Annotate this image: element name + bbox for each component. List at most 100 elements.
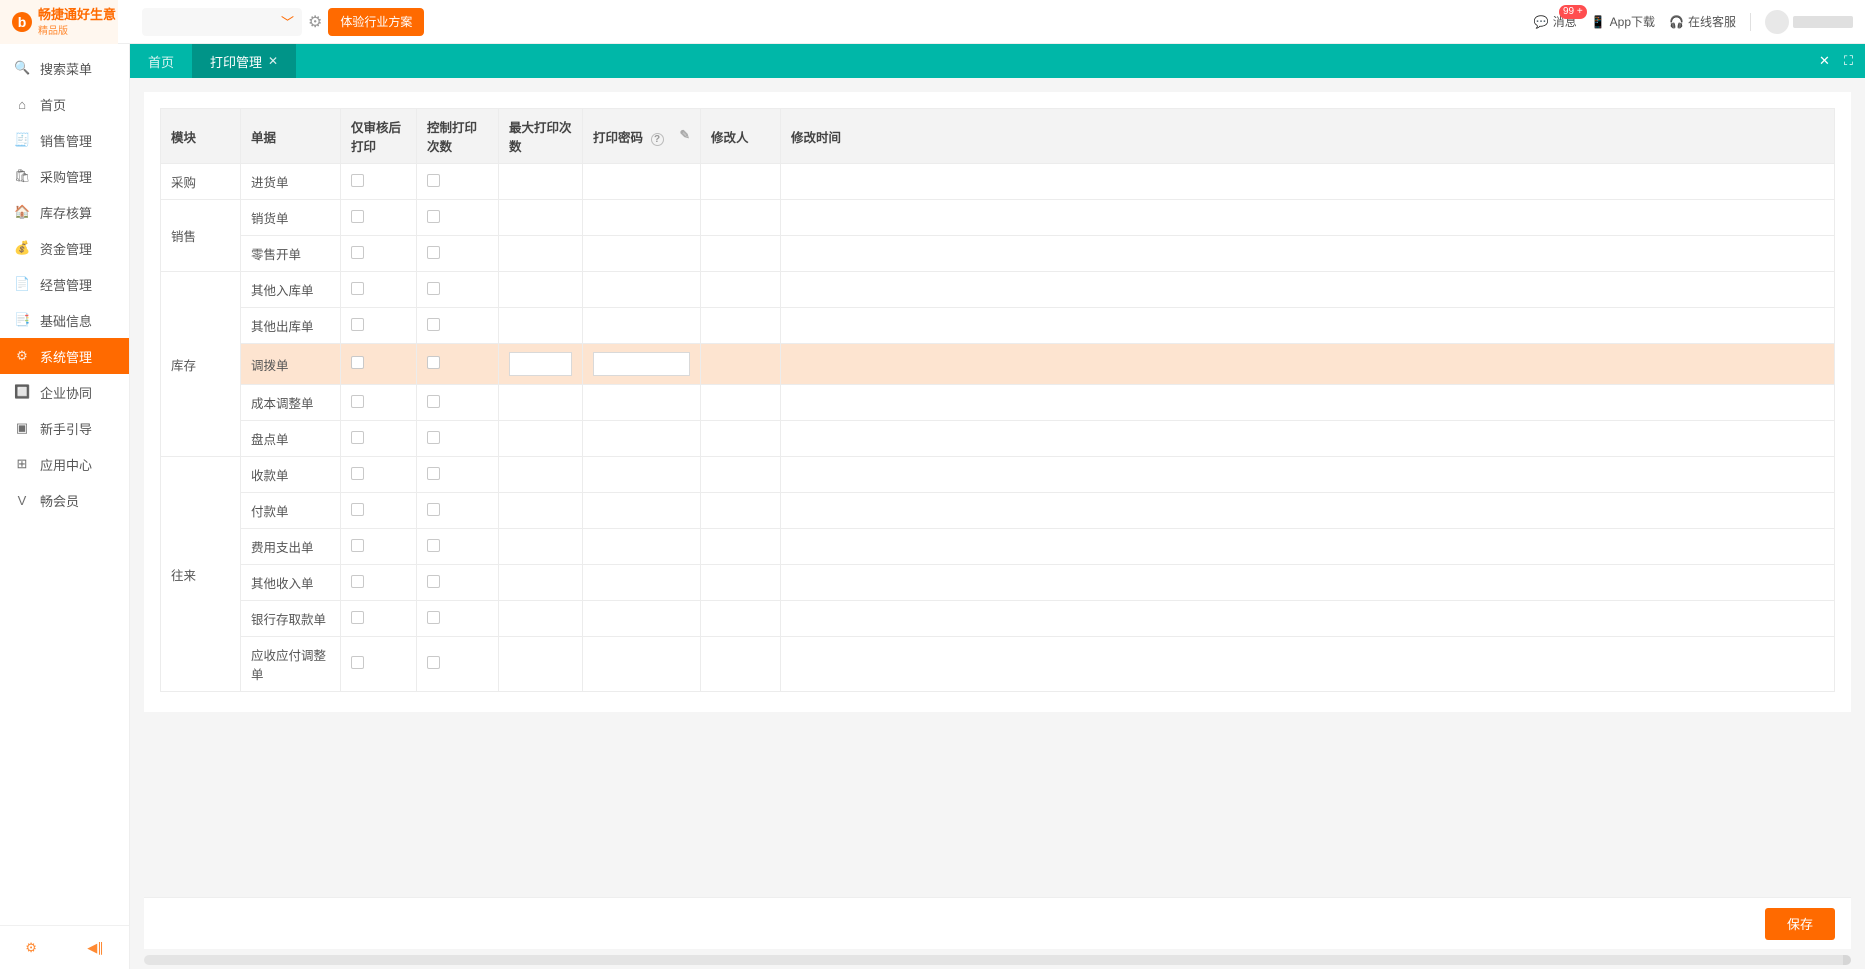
- checkbox-audit[interactable]: [351, 503, 364, 516]
- checkbox-control[interactable]: [427, 575, 440, 588]
- checkbox-control[interactable]: [427, 431, 440, 444]
- brand-logo[interactable]: b 畅捷通好生意 精品版: [0, 0, 118, 44]
- checkbox-audit[interactable]: [351, 575, 364, 588]
- modby-cell: [701, 565, 781, 601]
- pwd-cell: [583, 529, 701, 565]
- col-pwd: 打印密码 ? ✎: [583, 109, 701, 164]
- checkbox-control[interactable]: [427, 318, 440, 331]
- user-name: [1793, 16, 1853, 28]
- modtime-cell: [781, 385, 1835, 421]
- sidebar-item-home[interactable]: ⌂首页: [0, 86, 129, 122]
- checkbox-audit[interactable]: [351, 539, 364, 552]
- sidebar-item-stock[interactable]: 🏠库存核算: [0, 194, 129, 230]
- online-service-button[interactable]: 🎧 在线客服: [1669, 13, 1736, 30]
- control-cell: [417, 493, 499, 529]
- checkbox-control[interactable]: [427, 246, 440, 259]
- audit-cell: [341, 601, 417, 637]
- save-button[interactable]: 保存: [1765, 908, 1835, 940]
- pwd-cell: [583, 385, 701, 421]
- checkbox-control[interactable]: [427, 356, 440, 369]
- checkbox-audit[interactable]: [351, 611, 364, 624]
- print-password-input[interactable]: [593, 352, 690, 376]
- checkbox-control[interactable]: [427, 611, 440, 624]
- audit-cell: [341, 164, 417, 200]
- control-cell: [417, 308, 499, 344]
- checkbox-audit[interactable]: [351, 210, 364, 223]
- sidebar-item-search[interactable]: 🔍搜索菜单: [0, 50, 129, 86]
- industry-plan-button[interactable]: 体验行业方案: [328, 8, 424, 36]
- checkbox-audit[interactable]: [351, 282, 364, 295]
- table-row: 盘点单: [161, 421, 1835, 457]
- doc-cell: 付款单: [241, 493, 341, 529]
- checkbox-control[interactable]: [427, 395, 440, 408]
- gear-icon[interactable]: ⚙: [308, 12, 322, 32]
- pwd-cell: [583, 421, 701, 457]
- tab-home[interactable]: 首页: [130, 44, 192, 78]
- audit-cell: [341, 637, 417, 692]
- max-print-input[interactable]: [509, 352, 572, 376]
- sidebar-item-biz[interactable]: 📄经营管理: [0, 266, 129, 302]
- checkbox-control[interactable]: [427, 539, 440, 552]
- sidebar-item-label: 新手引导: [40, 419, 92, 438]
- max-cell: [499, 272, 583, 308]
- sidebar-item-sales[interactable]: 🧾销售管理: [0, 122, 129, 158]
- checkbox-control[interactable]: [427, 174, 440, 187]
- messages-button[interactable]: 💬 消息 99 +: [1534, 13, 1577, 30]
- guide-icon: ▣: [14, 420, 30, 436]
- sidebar-item-base[interactable]: 📑基础信息: [0, 302, 129, 338]
- modby-cell: [701, 457, 781, 493]
- tab-print[interactable]: 打印管理✕: [192, 44, 296, 78]
- max-cell: [499, 421, 583, 457]
- checkbox-audit[interactable]: [351, 656, 364, 669]
- checkbox-audit[interactable]: [351, 431, 364, 444]
- max-cell: [499, 565, 583, 601]
- audit-cell: [341, 421, 417, 457]
- modby-cell: [701, 236, 781, 272]
- sidebar-item-guide[interactable]: ▣ 新手引导: [0, 410, 129, 446]
- col-audit: 仅审核后打印: [341, 109, 417, 164]
- checkbox-audit[interactable]: [351, 467, 364, 480]
- checkbox-control[interactable]: [427, 656, 440, 669]
- table-row: 银行存取款单: [161, 601, 1835, 637]
- checkbox-audit[interactable]: [351, 174, 364, 187]
- checkbox-audit[interactable]: [351, 318, 364, 331]
- fullscreen-icon[interactable]: ⛶: [1844, 53, 1853, 69]
- settings-icon[interactable]: ⚙: [25, 940, 37, 956]
- modtime-cell: [781, 637, 1835, 692]
- horizontal-scrollbar[interactable]: [144, 955, 1851, 965]
- fund-icon: 💰: [14, 240, 30, 256]
- checkbox-control[interactable]: [427, 467, 440, 480]
- checkbox-audit[interactable]: [351, 246, 364, 259]
- col-modby: 修改人: [701, 109, 781, 164]
- checkbox-control[interactable]: [427, 282, 440, 295]
- close-icon[interactable]: ✕: [268, 54, 278, 68]
- module-cell: 库存: [161, 272, 241, 457]
- sidebar-item-purchase[interactable]: 🛍采购管理: [0, 158, 129, 194]
- sidebar-item-vip[interactable]: V畅会员: [0, 482, 129, 518]
- user-menu[interactable]: [1765, 10, 1853, 34]
- shop-dropdown[interactable]: ﹀: [142, 8, 302, 36]
- sidebar-item-sys[interactable]: ⚙系统管理: [0, 338, 129, 374]
- close-all-icon[interactable]: ✕: [1819, 53, 1830, 69]
- checkbox-audit[interactable]: [351, 356, 364, 369]
- brand-sub: 精品版: [38, 22, 116, 37]
- checkbox-control[interactable]: [427, 210, 440, 223]
- edit-icon[interactable]: ✎: [680, 127, 690, 142]
- collapse-icon[interactable]: ◀∥: [87, 940, 104, 956]
- control-cell: [417, 565, 499, 601]
- sidebar-item-coop[interactable]: 🔲企业协同: [0, 374, 129, 410]
- app-download-button[interactable]: 📱 App下载: [1591, 13, 1655, 30]
- sidebar-item-fund[interactable]: 💰 资金管理: [0, 230, 129, 266]
- sidebar-item-appc[interactable]: ⊞应用中心: [0, 446, 129, 482]
- doc-cell: 调拨单: [241, 344, 341, 385]
- checkbox-control[interactable]: [427, 503, 440, 516]
- chat-icon: 💬: [1534, 15, 1549, 29]
- module-cell: 往来: [161, 457, 241, 692]
- table-row: 其他出库单: [161, 308, 1835, 344]
- checkbox-audit[interactable]: [351, 395, 364, 408]
- sidebar-item-label: 资金管理: [40, 239, 92, 258]
- modby-cell: [701, 385, 781, 421]
- modtime-cell: [781, 236, 1835, 272]
- help-icon[interactable]: ?: [651, 133, 664, 146]
- max-cell: [499, 385, 583, 421]
